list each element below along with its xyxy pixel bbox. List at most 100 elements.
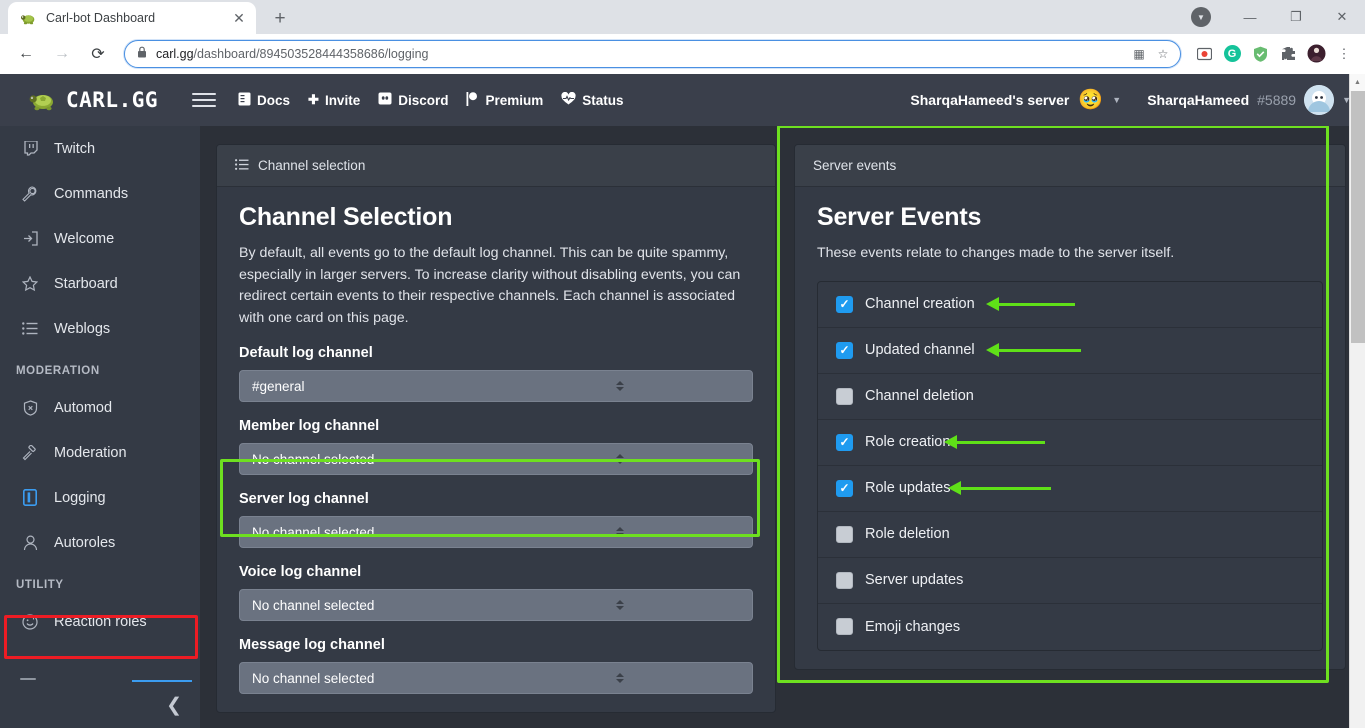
sidebar-item-label: Starboard [54, 275, 118, 292]
sidebar-item-commands[interactable]: Commands [0, 171, 200, 216]
adguard-shield-icon[interactable] [1247, 41, 1273, 67]
green-arrow-annotation [986, 343, 1081, 358]
server-selector[interactable]: SharqaHameed's server 🥹 ▼ [910, 90, 1121, 110]
browser-menu-icon[interactable]: ⋮ [1331, 41, 1357, 67]
list-icon [20, 322, 40, 335]
list-item[interactable]: Role deletion [818, 512, 1322, 558]
server-events-column: Server events Server Events These events… [794, 144, 1346, 728]
user-selector[interactable]: SharqaHameed #5889 ▼ [1147, 85, 1351, 115]
checkbox-role-creation[interactable] [836, 433, 853, 451]
sidebar-item-label: Autoroles [54, 534, 116, 551]
checkbox-role-deletion[interactable] [836, 525, 853, 543]
checkbox-server-updates[interactable] [836, 571, 853, 589]
reaction-roles-icon [20, 613, 40, 630]
browser-tab[interactable]: Carl-bot Dashboard ✕ [8, 2, 256, 34]
browser-tab-strip: Carl-bot Dashboard ✕ + ▼ — ❐ ✕ [0, 0, 1365, 34]
window-controls: ▼ — ❐ ✕ [1191, 0, 1365, 34]
heartbeat-icon [561, 91, 576, 108]
sidebar-item-autoroles[interactable]: Autoroles [0, 520, 200, 565]
shield-icon [20, 399, 40, 416]
sidebar-item-weblogs[interactable]: Weblogs [0, 306, 200, 351]
new-tab-button[interactable]: + [266, 4, 294, 32]
chevron-down-icon[interactable]: ▼ [1112, 95, 1121, 105]
screencast-icon[interactable] [1191, 41, 1217, 67]
list-item[interactable]: Channel deletion [818, 374, 1322, 420]
list-item[interactable]: Updated channel [818, 328, 1322, 374]
omnibox[interactable]: carl.gg/dashboard/894503528444358686/log… [124, 39, 1181, 68]
scroll-up-button[interactable]: ▲ [1350, 74, 1365, 91]
checkbox-updated-channel[interactable] [836, 341, 853, 359]
list-item[interactable]: Channel creation [818, 282, 1322, 328]
list-item[interactable]: Role updates [818, 466, 1322, 512]
sidebar-item-label: Welcome [54, 230, 115, 247]
chevron-left-icon[interactable]: ❮ [166, 694, 182, 717]
checkbox-channel-creation[interactable] [836, 295, 853, 313]
sidebar-item-label: Automod [54, 399, 113, 416]
nav-status[interactable]: Status [561, 91, 624, 108]
server-log-channel-select[interactable]: No channel selected [239, 516, 753, 549]
list-item[interactable]: Server updates [818, 558, 1322, 604]
checkbox-emoji-changes[interactable] [836, 618, 853, 636]
grid-icon[interactable]: ▦ [1128, 43, 1150, 65]
sidebar-item-label: Reaction roles [54, 613, 147, 630]
sidebar-item-twitch[interactable]: Twitch [0, 126, 200, 171]
close-icon[interactable]: ✕ [230, 9, 248, 27]
nav-docs[interactable]: Docs [238, 92, 290, 109]
default-log-channel-select[interactable]: #general [239, 370, 753, 403]
update-icon[interactable]: ▼ [1191, 7, 1211, 27]
channel-selection-card-body: Channel Selection By default, all events… [217, 187, 775, 712]
sidebar-item-logging[interactable]: Logging [0, 475, 200, 520]
login-icon [20, 231, 40, 246]
list-icon [235, 158, 249, 173]
forward-icon[interactable]: → [47, 39, 77, 69]
app-topnav: CARL.GG Docs ✚ Invite Discord Premium St… [0, 74, 1365, 126]
green-arrow-annotation [944, 435, 1045, 450]
url-text: carl.gg/dashboard/894503528444358686/log… [156, 47, 1126, 61]
lock-icon [137, 46, 147, 61]
select-spinner-icon [497, 381, 742, 392]
checkbox-role-updates[interactable] [836, 479, 853, 497]
voice-log-channel-select[interactable]: No channel selected [239, 589, 753, 622]
sidebar-item-reaction-roles[interactable]: Reaction roles [0, 599, 200, 644]
brand-text: CARL.GG [66, 88, 159, 112]
nav-discord[interactable]: Discord [378, 92, 448, 108]
server-events-card-header: Server events [795, 145, 1345, 187]
brand-logo[interactable]: CARL.GG [28, 88, 158, 112]
scrollbar-thumb[interactable] [1351, 91, 1365, 343]
server-events-description: These events relate to changes made to t… [817, 245, 1175, 261]
reload-icon[interactable]: ⟳ [83, 39, 113, 69]
back-icon[interactable]: ← [11, 39, 41, 69]
checkbox-channel-deletion[interactable] [836, 387, 853, 405]
channel-selection-card: Channel selection Channel Selection By d… [216, 144, 776, 714]
profile-avatar-icon[interactable] [1303, 41, 1329, 67]
url-path: /dashboard/894503528444358686/logging [193, 46, 429, 61]
star-icon[interactable]: ☆ [1152, 43, 1174, 65]
avatar[interactable] [1304, 85, 1335, 115]
default-log-channel-value: #general [252, 378, 305, 394]
nav-invite-label: Invite [324, 92, 361, 108]
user-name: SharqaHameed [1147, 92, 1250, 108]
grammarly-icon[interactable]: G [1219, 41, 1245, 67]
sidebar-item-moderation[interactable]: Moderation [0, 430, 200, 475]
sidebar-item-welcome[interactable]: Welcome [0, 216, 200, 261]
minimize-button[interactable]: — [1227, 0, 1273, 34]
nav-premium[interactable]: Premium [466, 91, 543, 109]
select-spinner-icon [497, 673, 742, 684]
list-item[interactable]: Role creation [818, 420, 1322, 466]
event-label: Role deletion [865, 526, 950, 543]
member-log-channel-select[interactable]: No channel selected [239, 443, 753, 476]
select-spinner-icon [497, 527, 742, 538]
sidebar-item-automod[interactable]: Automod [0, 385, 200, 430]
page-scrollbar[interactable]: ▲ [1349, 74, 1365, 728]
server-emoji-icon: 🥹 [1078, 89, 1104, 111]
extensions-puzzle-icon[interactable] [1275, 41, 1301, 67]
list-item[interactable]: Emoji changes [818, 604, 1322, 650]
hamburger-icon[interactable] [192, 93, 217, 107]
channel-selection-header-label: Channel selection [258, 158, 366, 173]
maximize-button[interactable]: ❐ [1273, 0, 1319, 34]
close-window-button[interactable]: ✕ [1319, 0, 1365, 34]
nav-invite[interactable]: ✚ Invite [308, 92, 360, 108]
sidebar-item-starboard[interactable]: Starboard [0, 261, 200, 306]
message-log-channel-select[interactable]: No channel selected [239, 662, 753, 695]
url-domain: carl.gg [156, 46, 194, 61]
